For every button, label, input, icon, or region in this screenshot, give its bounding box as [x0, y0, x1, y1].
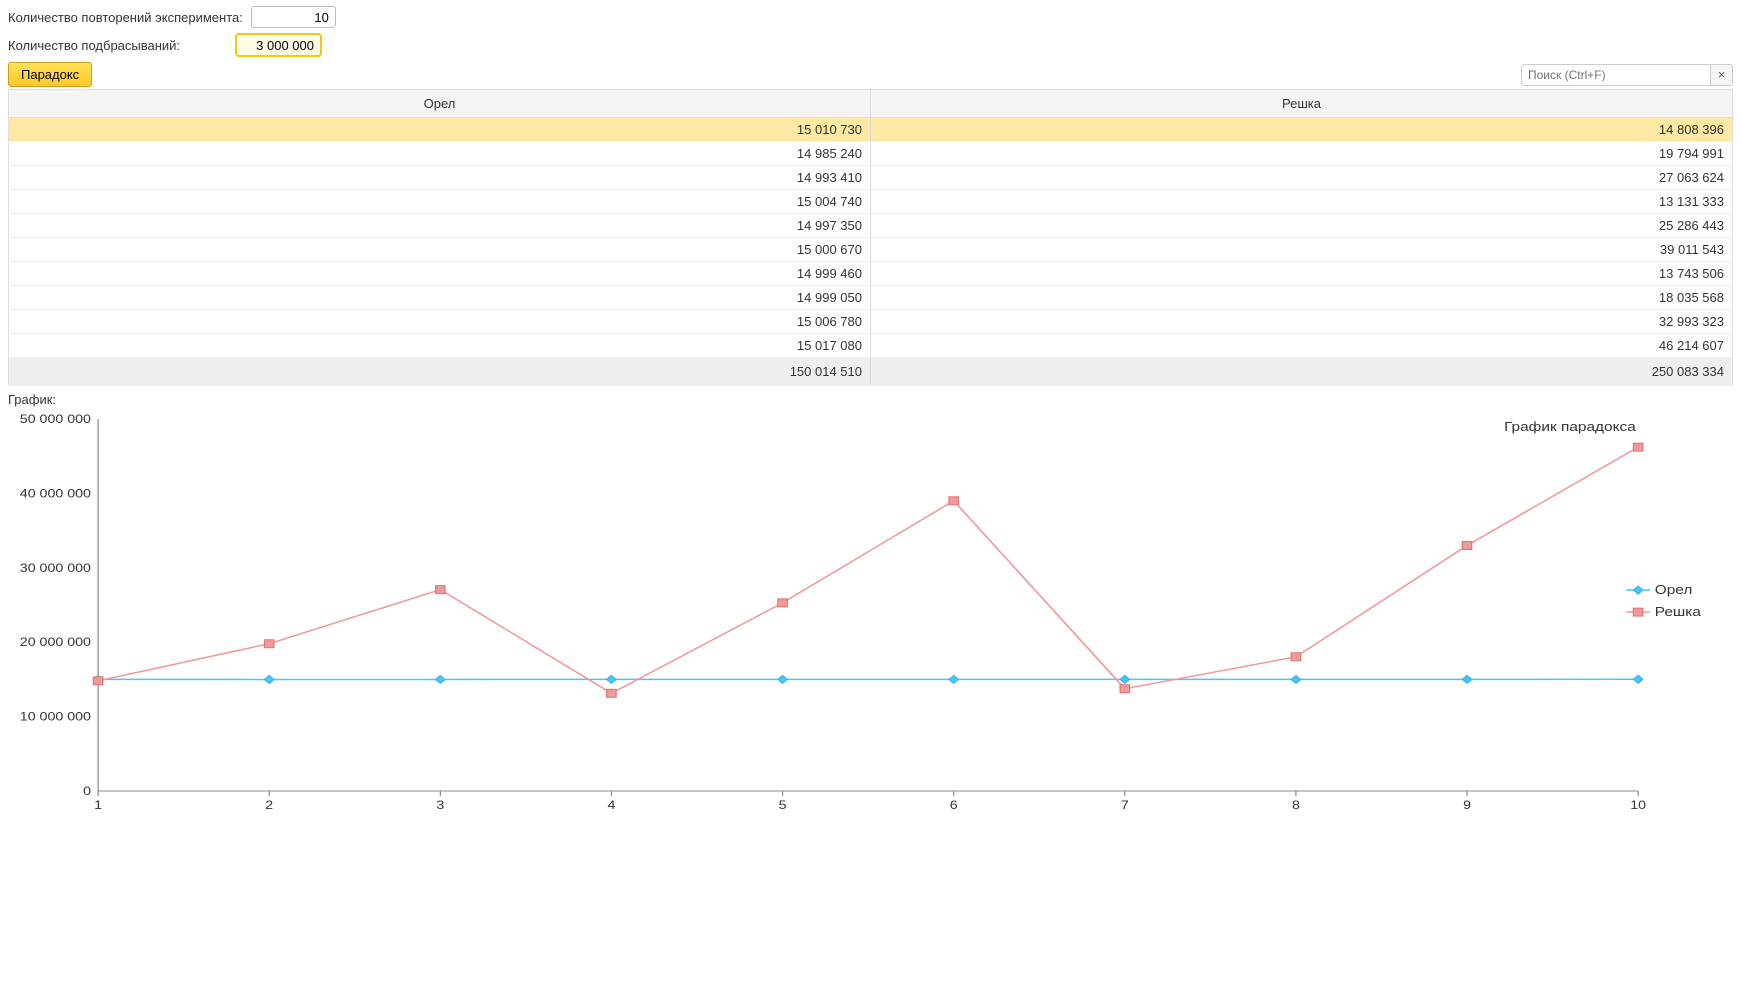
svg-text:9: 9 — [1463, 798, 1471, 812]
repeat-label: Количество повторений эксперимента: — [8, 10, 243, 25]
toss-input[interactable] — [236, 34, 321, 56]
paradox-chart: 0 10 000 000 20 000 000 30 000 000 40 000 00… — [8, 409, 1733, 819]
search-input[interactable] — [1521, 64, 1711, 86]
cell-reshka: 14 808 396 — [871, 118, 1733, 142]
cell-orel: 14 999 050 — [9, 286, 871, 310]
cell-orel: 14 985 240 — [9, 142, 871, 166]
table-row[interactable]: 14 997 35025 286 443 — [9, 214, 1733, 238]
table-row[interactable]: 15 004 74013 131 333 — [9, 190, 1733, 214]
cell-reshka: 32 993 323 — [871, 310, 1733, 334]
svg-text:8: 8 — [1292, 798, 1300, 812]
cell-reshka: 13 131 333 — [871, 190, 1733, 214]
svg-text:0: 0 — [83, 784, 91, 798]
cell-orel: 14 999 460 — [9, 262, 871, 286]
cell-reshka: 46 214 607 — [871, 334, 1733, 358]
svg-text:4: 4 — [607, 798, 615, 812]
cell-orel: 15 004 740 — [9, 190, 871, 214]
table-row[interactable]: 14 993 41027 063 624 — [9, 166, 1733, 190]
cell-reshka: 18 035 568 — [871, 286, 1733, 310]
cell-reshka: 13 743 506 — [871, 262, 1733, 286]
table-row[interactable]: 15 006 78032 993 323 — [9, 310, 1733, 334]
table-row[interactable]: 15 000 67039 011 543 — [9, 238, 1733, 262]
cell-reshka: 25 286 443 — [871, 214, 1733, 238]
cell-reshka: 19 794 991 — [871, 142, 1733, 166]
svg-text:1: 1 — [94, 798, 102, 812]
paradox-button[interactable]: Парадокс — [8, 62, 92, 87]
cell-orel: 14 997 350 — [9, 214, 871, 238]
table-row[interactable]: 14 985 24019 794 991 — [9, 142, 1733, 166]
results-table: Орел Решка 15 010 73014 808 39614 985 24… — [8, 89, 1733, 386]
cell-orel: 15 006 780 — [9, 310, 871, 334]
table-row[interactable]: 14 999 46013 743 506 — [9, 262, 1733, 286]
cell-orel: 14 993 410 — [9, 166, 871, 190]
svg-text:6: 6 — [950, 798, 958, 812]
svg-text:10 000 000: 10 000 000 — [20, 710, 91, 724]
column-header-orel[interactable]: Орел — [9, 90, 871, 118]
svg-text:50 000 000: 50 000 000 — [20, 412, 91, 426]
svg-text:20 000 000: 20 000 000 — [20, 635, 91, 649]
svg-text:Решка: Решка — [1655, 605, 1701, 620]
svg-text:Орел: Орел — [1655, 583, 1693, 598]
table-row[interactable]: 14 999 05018 035 568 — [9, 286, 1733, 310]
table-row[interactable]: 15 017 08046 214 607 — [9, 334, 1733, 358]
repeat-input[interactable] — [251, 6, 336, 28]
svg-text:5: 5 — [779, 798, 787, 812]
cell-orel: 15 010 730 — [9, 118, 871, 142]
svg-text:2: 2 — [265, 798, 273, 812]
footer-orel: 150 014 510 — [9, 358, 871, 386]
column-header-reshka[interactable]: Решка — [871, 90, 1733, 118]
chart-label: График: — [8, 392, 1733, 407]
search-clear-button[interactable]: × — [1711, 64, 1733, 86]
cell-reshka: 27 063 624 — [871, 166, 1733, 190]
toss-label: Количество подбрасываний: — [8, 38, 228, 53]
svg-text:График парадокса: График парадокса — [1504, 420, 1636, 435]
cell-orel: 15 017 080 — [9, 334, 871, 358]
footer-reshka: 250 083 334 — [871, 358, 1733, 386]
svg-text:7: 7 — [1121, 798, 1129, 812]
cell-orel: 15 000 670 — [9, 238, 871, 262]
svg-text:30 000 000: 30 000 000 — [20, 561, 91, 575]
svg-text:10: 10 — [1630, 798, 1646, 812]
svg-text:3: 3 — [436, 798, 444, 812]
table-row[interactable]: 15 010 73014 808 396 — [9, 118, 1733, 142]
cell-reshka: 39 011 543 — [871, 238, 1733, 262]
svg-text:40 000 000: 40 000 000 — [20, 486, 91, 500]
